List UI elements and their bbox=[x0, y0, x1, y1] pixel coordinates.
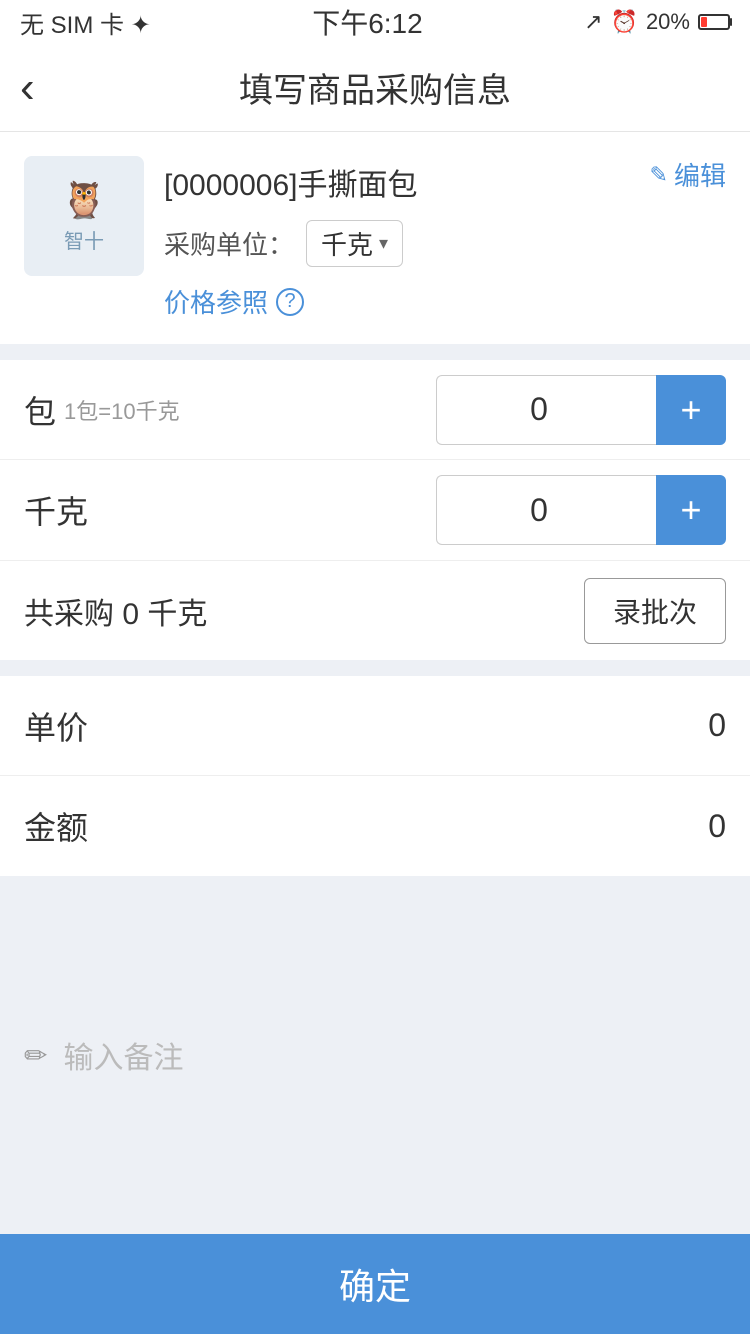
kg-input-wrapper: + bbox=[436, 475, 726, 545]
unit-label: 采购单位： bbox=[164, 225, 294, 262]
product-name: [0000006]手撕面包 bbox=[164, 160, 726, 204]
back-button[interactable]: ‹ bbox=[20, 66, 80, 110]
price-ref-label[interactable]: 价格参照 bbox=[164, 283, 268, 320]
kg-input-row: 千克 + bbox=[0, 460, 750, 560]
kg-plus-button[interactable]: + bbox=[656, 475, 726, 545]
page-title: 填写商品采购信息 bbox=[239, 63, 511, 112]
edit-button[interactable]: ✎ 编辑 bbox=[650, 156, 726, 193]
divider-2 bbox=[0, 660, 750, 676]
pencil-icon: ✏ bbox=[24, 1039, 47, 1072]
product-unit-row: 采购单位： 千克 ▾ bbox=[164, 220, 726, 267]
edit-label: 编辑 bbox=[674, 156, 726, 193]
kg-label: 千克 bbox=[24, 487, 436, 533]
unit-value: 千克 bbox=[321, 225, 373, 262]
unit-price-label: 单价 bbox=[24, 703, 708, 749]
battery-icon bbox=[698, 14, 730, 30]
product-thumb-label: 智十 bbox=[64, 225, 104, 254]
divider-1 bbox=[0, 344, 750, 360]
note-section[interactable]: ✏ 输入备注 bbox=[0, 876, 750, 1234]
bag-label: 包 bbox=[24, 387, 56, 433]
summary-section: 共采购 0 千克 录批次 bbox=[0, 560, 750, 660]
bag-plus-button[interactable]: + bbox=[656, 375, 726, 445]
status-bar: 无 SIM 卡 ✦ 下午6:12 ↗ ⏰ 20% bbox=[0, 0, 750, 44]
unit-price-value: 0 bbox=[708, 707, 726, 744]
price-ref-row: 价格参照 ? bbox=[164, 283, 726, 320]
battery-label: 20% bbox=[646, 9, 690, 35]
bag-sublabel: 1包=10千克 bbox=[64, 394, 436, 426]
input-section: 包 1包=10千克 + 千克 + bbox=[0, 360, 750, 560]
summary-text: 共采购 0 千克 bbox=[24, 589, 584, 633]
bag-input-wrapper: + bbox=[436, 375, 726, 445]
no-sim-label: 无 SIM 卡 ✦ bbox=[20, 5, 151, 40]
confirm-button[interactable]: 确定 bbox=[0, 1234, 750, 1334]
product-thumbnail: 🦉 智十 bbox=[24, 156, 144, 276]
dropdown-arrow-icon: ▾ bbox=[379, 233, 388, 254]
unit-dropdown[interactable]: 千克 ▾ bbox=[306, 220, 403, 267]
product-card: 🦉 智十 [0000006]手撕面包 采购单位： 千克 ▾ 价格参照 ? ✎ 编… bbox=[0, 132, 750, 344]
nav-bar: ‹ 填写商品采购信息 bbox=[0, 44, 750, 132]
status-right: ↗ ⏰ 20% bbox=[584, 9, 730, 35]
batch-button[interactable]: 录批次 bbox=[584, 578, 726, 644]
amount-row: 金额 0 bbox=[0, 776, 750, 876]
bag-quantity-input[interactable] bbox=[436, 375, 656, 445]
status-time: 下午6:12 bbox=[312, 2, 423, 42]
owl-icon: 🦉 bbox=[62, 179, 107, 221]
price-ref-help-icon[interactable]: ? bbox=[276, 288, 304, 316]
unit-price-row: 单价 0 bbox=[0, 676, 750, 776]
bag-input-row: 包 1包=10千克 + bbox=[0, 360, 750, 460]
alarm-icon: ⏰ bbox=[611, 9, 638, 35]
edit-icon: ✎ bbox=[650, 162, 668, 188]
status-left: 无 SIM 卡 ✦ bbox=[20, 5, 151, 40]
price-section: 单价 0 金额 0 bbox=[0, 676, 750, 876]
product-info: [0000006]手撕面包 采购单位： 千克 ▾ 价格参照 ? bbox=[164, 156, 726, 320]
amount-value: 0 bbox=[708, 808, 726, 845]
amount-label: 金额 bbox=[24, 803, 708, 849]
note-placeholder: 输入备注 bbox=[63, 1033, 183, 1077]
signal-icon: ↗ bbox=[584, 9, 602, 35]
kg-quantity-input[interactable] bbox=[436, 475, 656, 545]
